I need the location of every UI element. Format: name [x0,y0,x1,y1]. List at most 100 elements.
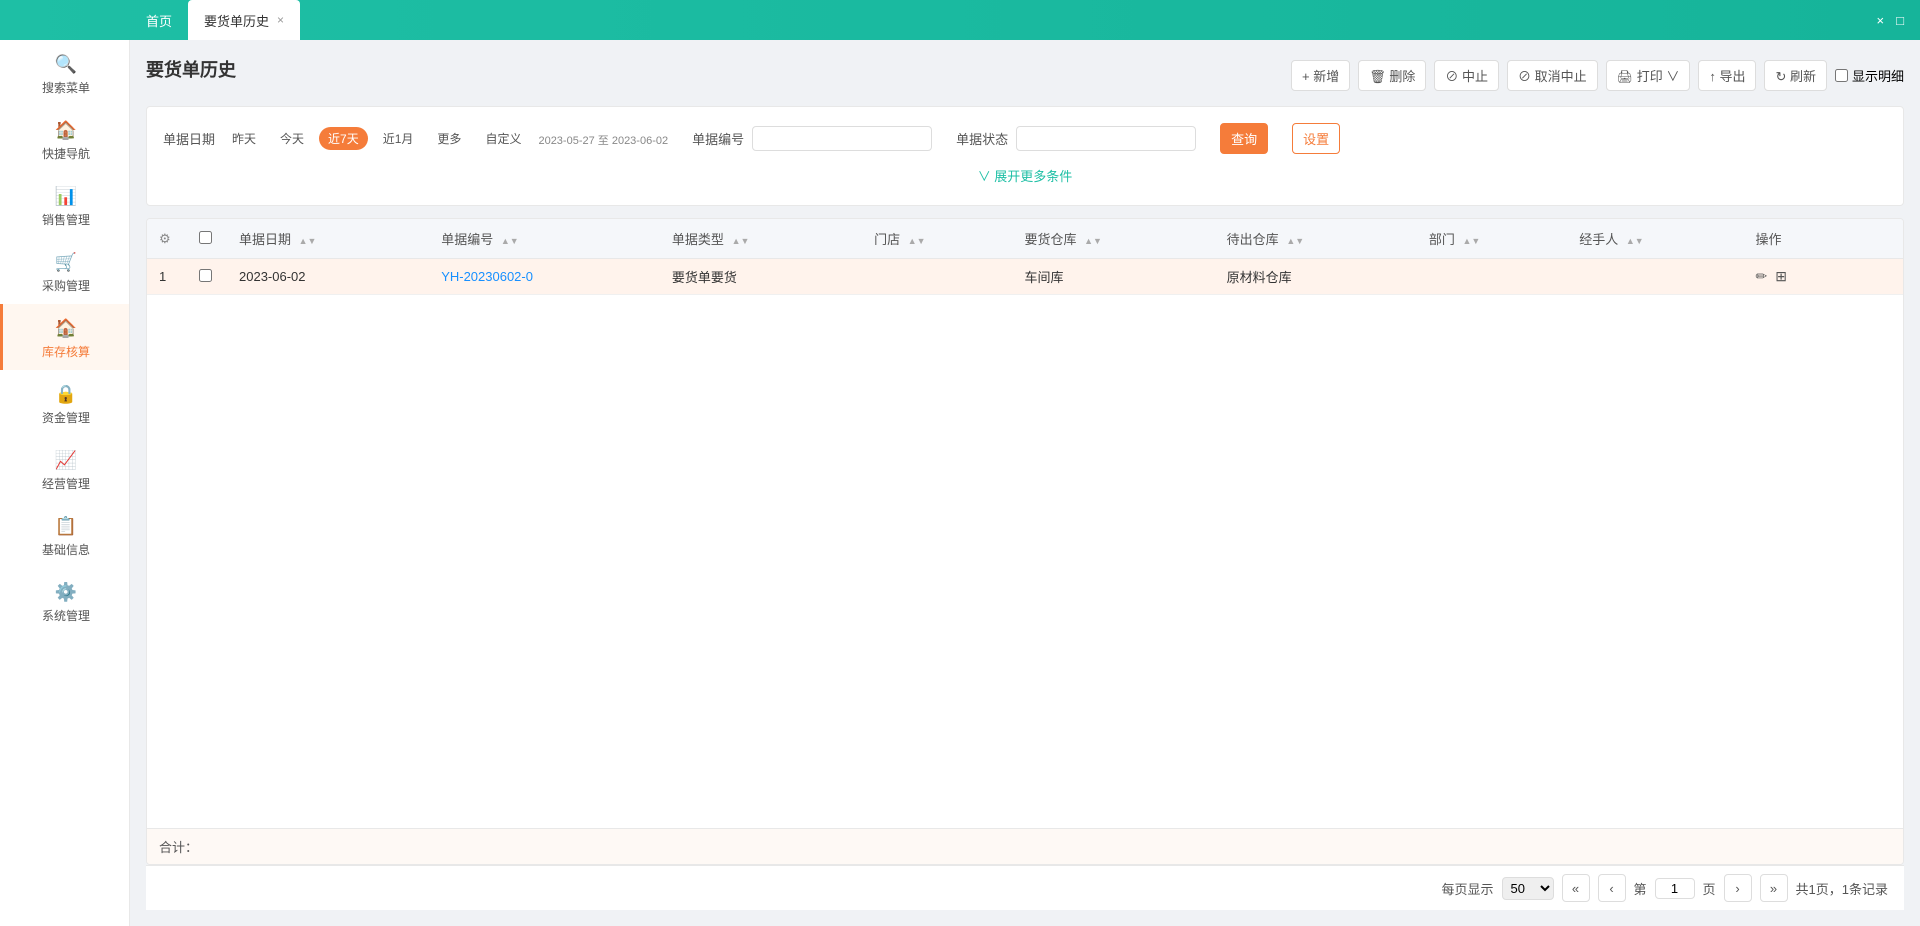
page-size-select[interactable]: 20 50 100 [1502,877,1554,900]
data-table: ⚙ 单据日期 ▲▼ 单据编号 ▲▼ [147,219,1903,295]
top-bar-right-actions: × □ [1877,13,1920,28]
sidebar-item-search-menu[interactable]: 🔍 搜索菜单 [0,40,129,106]
cell-checkbox [187,259,227,295]
sort-doc-no-icon[interactable]: ▲▼ [501,236,519,246]
tab-home[interactable]: 首页 [130,0,188,40]
sort-doc-type-icon[interactable]: ▲▼ [732,236,750,246]
date-btn-custom[interactable]: 自定义 [476,127,530,150]
query-button[interactable]: 查询 [1220,123,1268,154]
toolbar: + 新增 🗑 删除 ⊘ 中止 ⊘ 取消中止 🖨 打印 ∨ ↑ 导出 ↻ 刷新 显… [1291,60,1904,91]
date-btn-month1[interactable]: 近1月 [374,127,423,150]
stop-button[interactable]: ⊘ 中止 [1434,60,1499,91]
show-detail-toggle[interactable]: 显示明细 [1835,66,1904,85]
cell-doc-type: 要货单要货 [660,259,862,295]
doc-no-filter-group: 单据编号 [692,126,932,151]
finance-icon: 🔒 [55,384,77,405]
last-page-button[interactable]: » [1760,874,1788,902]
col-pending-warehouse: 待出仓库 ▲▼ [1215,219,1417,259]
print-button[interactable]: 🖨 打印 ∨ [1606,60,1691,91]
sales-mgmt-icon: 📊 [55,186,77,207]
view-icon[interactable]: ⊞ [1775,268,1787,285]
cell-req-warehouse: 车间库 [1012,259,1214,295]
date-filter-options: 昨天 今天 近7天 近1月 更多 自定义 [223,127,530,150]
col-req-warehouse: 要货仓库 ▲▼ [1012,219,1214,259]
prev-page-button[interactable]: ‹ [1598,874,1626,902]
first-page-button[interactable]: « [1562,874,1590,902]
date-btn-more[interactable]: 更多 [428,127,470,150]
table-wrapper: ⚙ 单据日期 ▲▼ 单据编号 ▲▼ [146,218,1904,865]
doc-no-link[interactable]: YH-20230602-0 [441,269,533,284]
window-maximize-icon[interactable]: □ [1896,13,1904,28]
col-doc-no: 单据编号 ▲▼ [429,219,660,259]
search-menu-icon: 🔍 [55,54,77,75]
table-body: 1 2023-06-02 YH-20230602-0 要货单要货 车间库 原材料… [147,259,1903,295]
show-detail-checkbox[interactable] [1835,69,1848,82]
status-select[interactable] [1016,126,1196,151]
col-doc-type: 单据类型 ▲▼ [660,219,862,259]
col-date: 单据日期 ▲▼ [227,219,429,259]
show-detail-label: 显示明细 [1852,66,1904,85]
status-label: 单据状态 [956,129,1008,148]
edit-icon[interactable]: ✏ [1756,268,1768,285]
page-label-go-to: 第 [1634,879,1647,898]
date-range-display: 2023-05-27 至 2023-06-02 [538,132,668,148]
page-number-input[interactable] [1655,878,1695,899]
sort-pending-wh-icon[interactable]: ▲▼ [1286,236,1304,246]
purchase-mgmt-icon: 🛒 [55,252,77,273]
inventory-icon: 🏠 [55,318,77,339]
cancel-stop-button[interactable]: ⊘ 取消中止 [1507,60,1598,91]
cell-handler [1567,259,1743,295]
col-handler: 经手人 ▲▼ [1567,219,1743,259]
next-page-button[interactable]: › [1724,874,1752,902]
export-button[interactable]: ↑ 导出 [1698,60,1756,91]
filter-card: 单据日期 昨天 今天 近7天 近1月 更多 自定义 2023-05-27 至 2… [146,106,1904,206]
basic-info-icon: 📋 [55,516,77,537]
footer-total-label: 合计： [159,840,198,855]
cell-no: 1 [147,259,187,295]
sidebar: 🔍 搜索菜单 🏠 快捷导航 📊 销售管理 🛒 采购管理 🏠 库存核算 🔒 资金管… [0,40,130,926]
total-info: 共1页，1条记录 [1796,879,1888,898]
status-filter-group: 单据状态 [956,126,1196,151]
settings-button[interactable]: 设置 [1292,123,1340,154]
table-header-row: ⚙ 单据日期 ▲▼ 单据编号 ▲▼ [147,219,1903,259]
refresh-button[interactable]: ↻ 刷新 [1764,60,1827,91]
sidebar-item-sys-mgmt[interactable]: ⚙️ 系统管理 [0,568,129,634]
sidebar-item-finance[interactable]: 🔒 资金管理 [0,370,129,436]
sidebar-item-ops-mgmt[interactable]: 📈 经营管理 [0,436,129,502]
sidebar-item-basic-info[interactable]: 📋 基础信息 [0,502,129,568]
top-bar: 首页 要货单历史 × × □ [0,0,1920,40]
sort-handler-icon[interactable]: ▲▼ [1626,236,1644,246]
app-body: 🔍 搜索菜单 🏠 快捷导航 📊 销售管理 🛒 采购管理 🏠 库存核算 🔒 资金管… [0,40,1920,926]
quick-nav-icon: 🏠 [55,120,77,141]
doc-no-input[interactable] [752,126,932,151]
expand-more-label: ∨ 展开更多条件 [978,166,1073,185]
cell-date: 2023-06-02 [227,259,429,295]
date-filter-label: 单据日期 [163,129,215,148]
delete-button[interactable]: 🗑 删除 [1358,60,1426,91]
date-btn-recent7[interactable]: 近7天 [319,127,368,150]
col-settings: ⚙ [147,219,187,259]
date-filter-group: 单据日期 昨天 今天 近7天 近1月 更多 自定义 2023-05-27 至 2… [163,127,668,150]
sidebar-item-purchase-mgmt[interactable]: 🛒 采购管理 [0,238,129,304]
select-all-checkbox[interactable] [199,231,212,244]
col-store: 门店 ▲▼ [862,219,1012,259]
sidebar-item-sales-mgmt[interactable]: 📊 销售管理 [0,172,129,238]
row-checkbox[interactable] [199,269,212,282]
pagination-bar: 每页显示 20 50 100 « ‹ 第 页 › » 共1页，1条记录 [146,865,1904,910]
date-btn-yesterday[interactable]: 昨天 [223,127,265,150]
sort-dept-icon[interactable]: ▲▼ [1463,236,1481,246]
date-btn-today[interactable]: 今天 [271,127,313,150]
new-button[interactable]: + 新增 [1291,60,1350,91]
sort-store-icon[interactable]: ▲▼ [908,236,926,246]
sort-req-wh-icon[interactable]: ▲▼ [1084,236,1102,246]
cell-actions: ✏ ⊞ [1744,259,1903,295]
col-dept: 部门 ▲▼ [1417,219,1567,259]
close-tab-icon[interactable]: × [277,13,284,27]
sidebar-item-inventory[interactable]: 🏠 库存核算 [0,304,129,370]
table-settings-icon[interactable]: ⚙ [159,231,171,246]
window-close-icon[interactable]: × [1877,13,1885,28]
sidebar-item-quick-nav[interactable]: 🏠 快捷导航 [0,106,129,172]
tab-history[interactable]: 要货单历史 × [188,0,300,40]
expand-more-btn[interactable]: ∨ 展开更多条件 [163,162,1887,189]
sort-date-icon[interactable]: ▲▼ [299,236,317,246]
